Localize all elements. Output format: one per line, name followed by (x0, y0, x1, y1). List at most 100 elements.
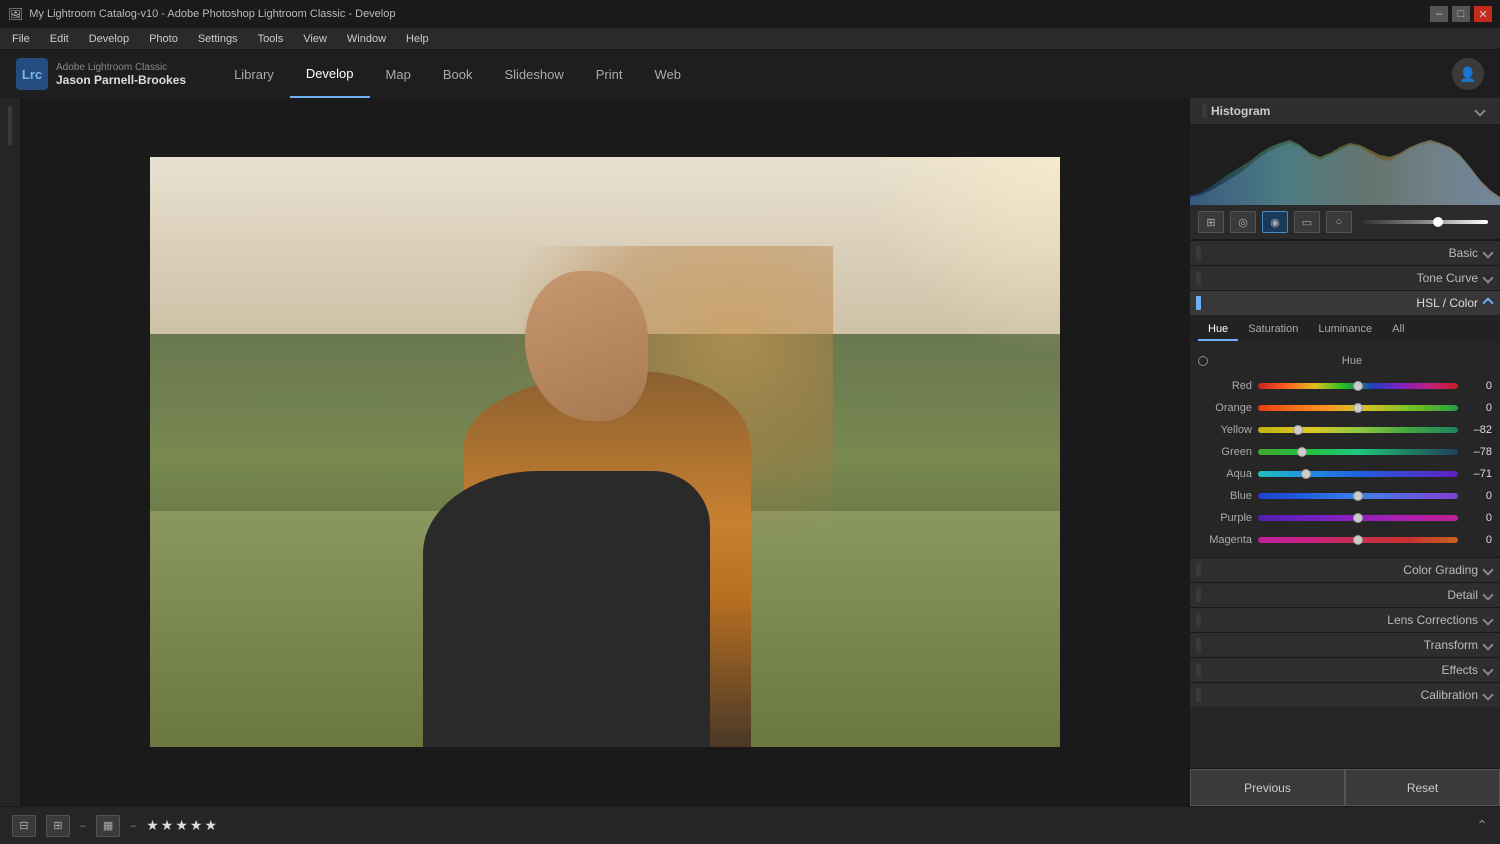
hue-red-row: Red 0 (1190, 375, 1500, 397)
hue-magenta-label: Magenta (1198, 534, 1252, 546)
hsl-indicator (1196, 296, 1201, 310)
nav-print[interactable]: Print (580, 50, 639, 98)
hue-orange-handle[interactable] (1353, 403, 1363, 413)
tool-target[interactable]: ◉ (1262, 211, 1288, 233)
calibration-header[interactable]: Calibration (1190, 682, 1500, 707)
close-button[interactable]: ✕ (1474, 6, 1492, 22)
view-compare-button[interactable]: ⊞ (46, 815, 70, 837)
tool-rect[interactable]: ▭ (1294, 211, 1320, 233)
detail-label: Detail (1207, 588, 1478, 602)
hue-red-slider[interactable] (1258, 383, 1458, 389)
hsl-section-header[interactable]: HSL / Color (1190, 290, 1500, 315)
hue-purple-handle[interactable] (1353, 513, 1363, 523)
hue-green-slider[interactable] (1258, 449, 1458, 455)
logo-area: Lrc Adobe Lightroom Classic Jason Parnel… (16, 58, 186, 90)
nav-develop[interactable]: Develop (290, 50, 370, 98)
hue-red-handle[interactable] (1353, 381, 1363, 391)
hue-reset-circle[interactable] (1198, 356, 1208, 366)
hue-magenta-value: 0 (1464, 534, 1492, 546)
hue-title-text: Hue (1212, 355, 1492, 367)
hue-magenta-handle[interactable] (1353, 535, 1363, 545)
view-grid-button[interactable]: ⊟ (12, 815, 36, 837)
transform-label: Transform (1207, 638, 1478, 652)
hue-magenta-slider[interactable] (1258, 537, 1458, 543)
menu-help[interactable]: Help (402, 31, 433, 47)
lens-corrections-header[interactable]: Lens Corrections (1190, 607, 1500, 632)
menu-edit[interactable]: Edit (46, 31, 73, 47)
view-separator: – (80, 820, 86, 832)
tab-hue[interactable]: Hue (1198, 319, 1238, 341)
tool-ring[interactable]: ○ (1326, 211, 1352, 233)
tone-curve-header[interactable]: Tone Curve (1190, 265, 1500, 290)
menu-settings[interactable]: Settings (194, 31, 242, 47)
minimize-button[interactable]: – (1430, 6, 1448, 22)
star-rating[interactable]: ★★★★★ (146, 817, 219, 834)
effects-header[interactable]: Effects (1190, 657, 1500, 682)
hue-purple-label: Purple (1198, 512, 1252, 524)
maximize-button[interactable]: □ (1452, 6, 1470, 22)
basic-section-header[interactable]: Basic (1190, 240, 1500, 265)
previous-button[interactable]: Previous (1190, 769, 1345, 806)
effects-label: Effects (1207, 663, 1478, 677)
transform-header[interactable]: Transform (1190, 632, 1500, 657)
menu-develop[interactable]: Develop (85, 31, 133, 47)
effects-toggle-icon (1482, 664, 1493, 675)
hsl-label: HSL / Color (1207, 296, 1478, 310)
hue-blue-label: Blue (1198, 490, 1252, 502)
lens-corrections-toggle-icon (1482, 614, 1493, 625)
hue-aqua-label: Aqua (1198, 468, 1252, 480)
main-layout: Histogram ⊞ (0, 98, 1500, 806)
basic-label: Basic (1207, 246, 1478, 260)
hue-purple-row: Purple 0 (1190, 507, 1500, 529)
histogram-header[interactable]: Histogram (1190, 98, 1500, 125)
tool-circle[interactable]: ◎ (1230, 211, 1256, 233)
hue-green-handle[interactable] (1297, 447, 1307, 457)
nav-slideshow[interactable]: Slideshow (488, 50, 579, 98)
hue-aqua-slider[interactable] (1258, 471, 1458, 477)
hue-yellow-handle[interactable] (1293, 425, 1303, 435)
reset-button[interactable]: Reset (1345, 769, 1500, 806)
hue-orange-slider[interactable] (1258, 405, 1458, 411)
light-source (860, 157, 1060, 357)
user-info: Adobe Lightroom Classic Jason Parnell-Br… (56, 62, 186, 87)
identity-plate: 👤 (1452, 58, 1484, 90)
calibration-label: Calibration (1207, 688, 1478, 702)
hue-yellow-slider[interactable] (1258, 427, 1458, 433)
detail-header[interactable]: Detail (1190, 582, 1500, 607)
hue-aqua-handle[interactable] (1301, 469, 1311, 479)
view-sort-button[interactable]: ▦ (96, 815, 120, 837)
subject-area (423, 246, 833, 748)
menu-tools[interactable]: Tools (254, 31, 288, 47)
hsl-toggle-icon (1482, 297, 1493, 308)
hue-blue-slider[interactable] (1258, 493, 1458, 499)
nav-library[interactable]: Library (218, 50, 290, 98)
nav-book[interactable]: Book (427, 50, 489, 98)
app-logo: Lrc (16, 58, 48, 90)
menu-window[interactable]: Window (343, 31, 390, 47)
color-grading-header[interactable]: Color Grading (1190, 557, 1500, 582)
menu-view[interactable]: View (299, 31, 331, 47)
hue-magenta-row: Magenta 0 (1190, 529, 1500, 551)
detail-toggle-icon (1482, 589, 1493, 600)
basic-toggle-icon (1482, 247, 1493, 258)
tab-luminance[interactable]: Luminance (1308, 319, 1382, 341)
bottom-chevron[interactable]: ⌃ (1476, 817, 1488, 834)
basic-indicator (1196, 246, 1201, 260)
tab-all[interactable]: All (1382, 319, 1414, 341)
transform-indicator (1196, 638, 1201, 652)
histogram-area (1190, 125, 1500, 205)
tab-saturation[interactable]: Saturation (1238, 319, 1308, 341)
exposure-slider[interactable] (1362, 220, 1488, 224)
menu-file[interactable]: File (8, 31, 34, 47)
window-title: My Lightroom Catalog-v10 - Adobe Photosh… (29, 8, 395, 20)
nav-map[interactable]: Map (370, 50, 427, 98)
exposure-thumb[interactable] (1433, 217, 1443, 227)
histogram-title: Histogram (1211, 104, 1270, 118)
hue-blue-handle[interactable] (1353, 491, 1363, 501)
menu-photo[interactable]: Photo (145, 31, 182, 47)
nav-web[interactable]: Web (638, 50, 697, 98)
tool-grid[interactable]: ⊞ (1198, 211, 1224, 233)
hue-purple-slider[interactable] (1258, 515, 1458, 521)
hue-orange-label: Orange (1198, 402, 1252, 414)
menu-bar: File Edit Develop Photo Settings Tools V… (0, 28, 1500, 50)
